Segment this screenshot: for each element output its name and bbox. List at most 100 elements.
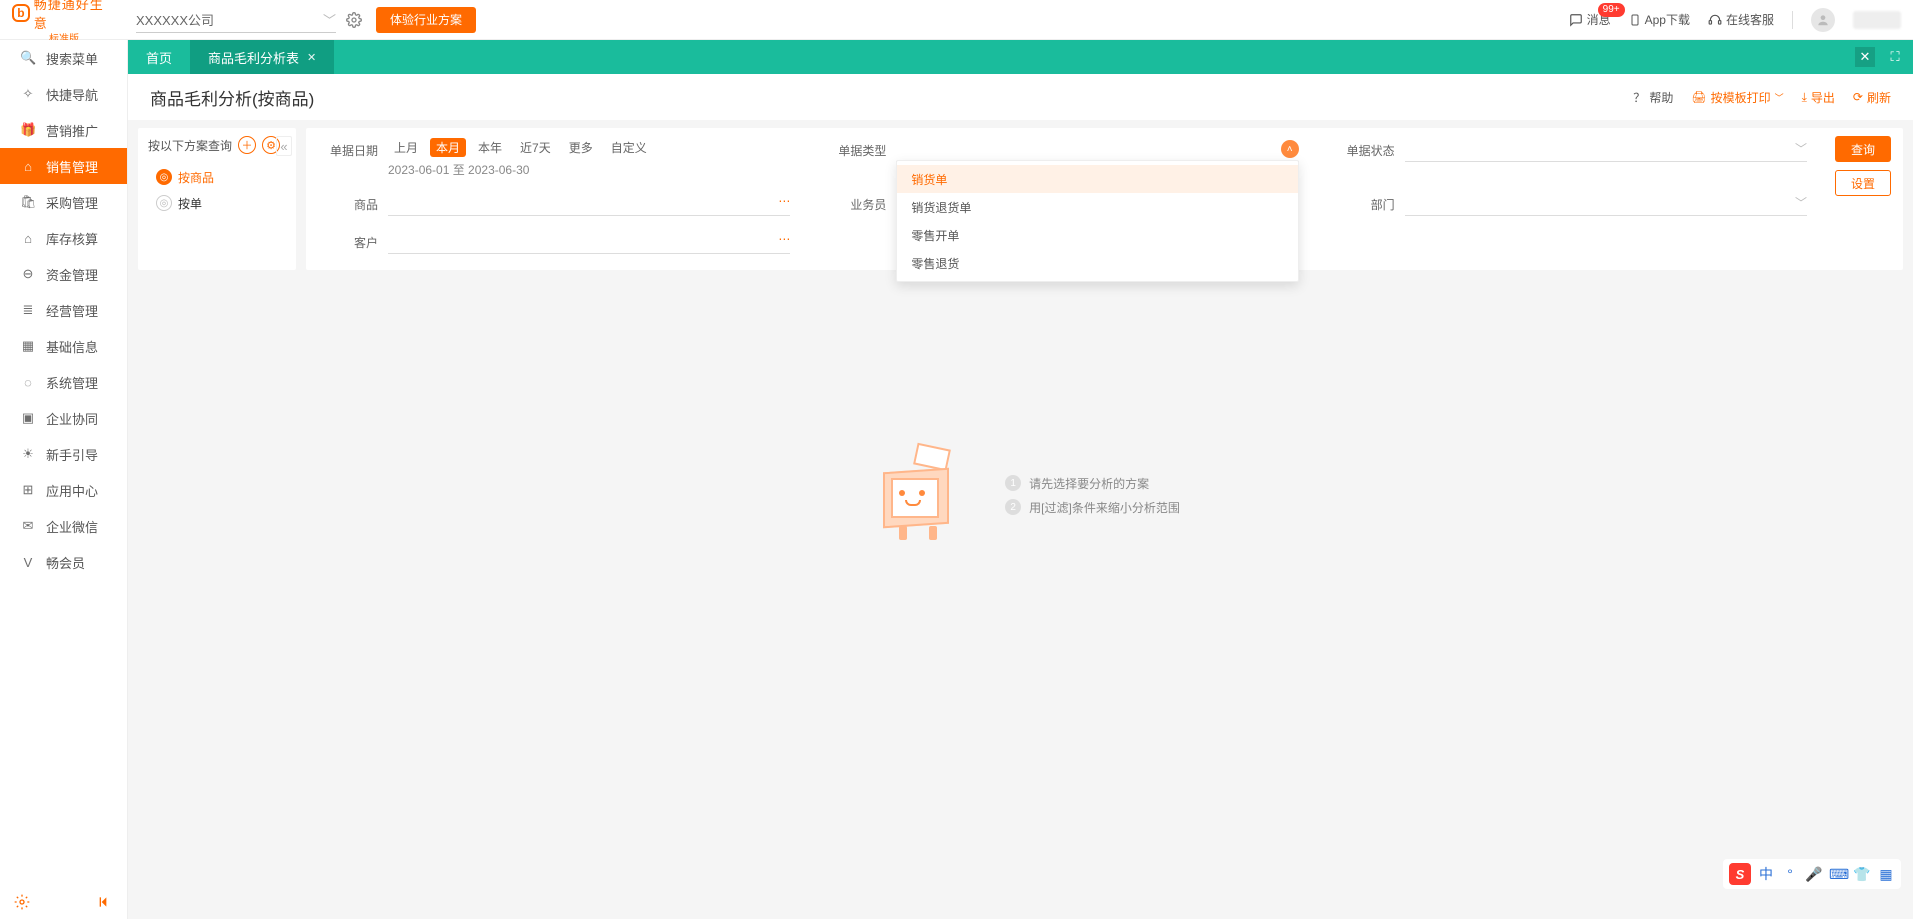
sidebar-item-label: 搜索菜单: [46, 49, 98, 68]
sidebar-item-7[interactable]: ≣经营管理: [0, 292, 127, 328]
sidebar-item-5[interactable]: ⌂库存核算: [0, 220, 127, 256]
sidebar-item-8[interactable]: ▦基础信息: [0, 328, 127, 364]
scheme-item-1[interactable]: ◎按单: [156, 190, 286, 216]
sidebar-item-2[interactable]: 🎁营销推广: [0, 112, 127, 148]
filter-status-input[interactable]: [1405, 138, 1807, 162]
sidebar-settings-gear-icon[interactable]: [14, 894, 30, 910]
date-chip-3[interactable]: 近7天: [514, 138, 557, 157]
chevron-down-icon[interactable]: ﹀: [1795, 140, 1807, 157]
ime-skin-icon[interactable]: 👕: [1853, 866, 1871, 883]
sidebar-item-4[interactable]: 🛍采购管理: [0, 184, 127, 220]
sidebar-item-icon: ▣: [20, 410, 36, 426]
empty-state: 1 请先选择要分析的方案 2 用[过滤]条件来缩小分析范围: [128, 440, 1913, 550]
tab-close-icon[interactable]: ✕: [307, 51, 316, 64]
sidebar-item-3[interactable]: ⌂销售管理: [0, 148, 127, 184]
filter-date: 单据日期 上月本月本年近7天更多自定义 2023-06-01 至 2023-06…: [322, 138, 790, 178]
sidebar-item-icon: ✧: [20, 86, 36, 102]
user-avatar-icon[interactable]: [1811, 8, 1835, 32]
query-button[interactable]: 查询: [1835, 136, 1891, 162]
ime-mic-icon[interactable]: 🎤: [1805, 866, 1823, 883]
sidebar-item-12[interactable]: ⊞应用中心: [0, 472, 127, 508]
export-label: 导出: [1811, 89, 1835, 106]
more-icon[interactable]: ⋯: [778, 232, 790, 246]
try-industry-plan-button[interactable]: 体验行业方案: [376, 7, 476, 33]
chevron-down-icon[interactable]: ﹀: [1795, 194, 1807, 211]
sidebar-item-14[interactable]: V畅会员: [0, 544, 127, 580]
company-select[interactable]: XXXXXX公司 ﹀: [136, 7, 336, 33]
export-button[interactable]: ⤓ 导出: [1802, 89, 1835, 106]
sidebar-item-icon: ☀: [20, 446, 36, 462]
sidebar-item-13[interactable]: ✉ 企业微信: [0, 508, 127, 544]
scheme-collapse-icon[interactable]: «: [276, 136, 292, 156]
filter-customer-input[interactable]: [388, 230, 790, 254]
sidebar-item-9[interactable]: ◌系统管理: [0, 364, 127, 400]
page-actions: ？ 帮助 🖨 按模板打印 ﹀ ⤓ 导出 ⟳ 刷新: [1633, 89, 1891, 106]
main-area: 首页 商品毛利分析表 ✕ ✕ ⛶ 商品毛利分析(按商品) ？ 帮助: [128, 40, 1913, 919]
sidebar-item-1[interactable]: ✧ 快捷导航: [0, 76, 127, 112]
date-chip-4[interactable]: 更多: [563, 138, 599, 157]
sidebar-item-icon: 🔍: [20, 50, 36, 66]
sidebar-item-label: 库存核算: [46, 229, 98, 248]
type-option-2[interactable]: 零售开单: [897, 221, 1297, 249]
phone-icon: [1629, 13, 1641, 27]
filter-product: 商品 ⋯: [322, 192, 790, 216]
scheme-panel-title: 按以下方案查询: [148, 137, 232, 154]
online-service-link[interactable]: 在线客服: [1708, 11, 1774, 28]
scheme-add-button[interactable]: ＋: [238, 136, 256, 154]
sidebar-item-label: 应用中心: [46, 481, 98, 500]
sidebar-item-10[interactable]: ▣ 企业协同: [0, 400, 127, 436]
sidebar-item-0[interactable]: 🔍 搜索菜单: [0, 40, 127, 76]
filter-type-label: 单据类型: [830, 138, 886, 159]
sidebar-item-11[interactable]: ☀新手引导: [0, 436, 127, 472]
date-chip-5[interactable]: 自定义: [605, 138, 653, 157]
ime-toolbox-icon[interactable]: ▦: [1877, 866, 1895, 883]
type-option-3[interactable]: 零售退货: [897, 249, 1297, 277]
ime-punct-icon[interactable]: °: [1781, 866, 1799, 882]
tabs-fullscreen-icon[interactable]: ⛶: [1885, 47, 1905, 67]
messages-link[interactable]: 消息 99+: [1569, 11, 1611, 28]
headset-icon: [1708, 13, 1722, 27]
sidebar-footer: [0, 885, 127, 919]
brand-block: b 畅捷通好生意 标准版: [12, 0, 116, 45]
sidebar-collapse-icon[interactable]: [97, 894, 113, 910]
ime-keyboard-icon[interactable]: ⌨: [1829, 866, 1847, 883]
filter-type-input[interactable]: [896, 138, 1298, 162]
filter-type-dropdown: 销货单销货退货单零售开单零售退货: [896, 160, 1298, 282]
type-option-0[interactable]: 销货单: [897, 165, 1297, 193]
tab-home[interactable]: 首页: [128, 40, 190, 74]
sidebar-item-6[interactable]: ⊖资金管理: [0, 256, 127, 292]
date-chip-0[interactable]: 上月: [388, 138, 424, 157]
filter-product-input[interactable]: [388, 192, 790, 216]
refresh-button[interactable]: ⟳ 刷新: [1853, 89, 1891, 106]
page-title: 商品毛利分析(按商品): [150, 85, 314, 110]
sidebar-item-icon: ✉: [20, 518, 36, 534]
tab-current-label: 商品毛利分析表: [208, 48, 299, 67]
settings-button[interactable]: 设置: [1835, 170, 1891, 196]
date-chip-1[interactable]: 本月: [430, 138, 466, 157]
type-option-1[interactable]: 销货退货单: [897, 193, 1297, 221]
empty-step-2-text: 用[过滤]条件来缩小分析范围: [1029, 499, 1180, 516]
sidebar-item-label: 企业微信: [46, 517, 98, 536]
sidebar-item-label: 企业协同: [46, 409, 98, 428]
filter-dept-input[interactable]: [1405, 192, 1807, 216]
more-icon[interactable]: ⋯: [778, 194, 790, 208]
filter-salesman-label: 业务员: [830, 192, 886, 213]
company-settings-gear-icon[interactable]: [346, 12, 362, 28]
sidebar-item-label: 采购管理: [46, 193, 98, 212]
tabs-close-all-icon[interactable]: ✕: [1855, 47, 1875, 67]
date-chip-row: 上月本月本年近7天更多自定义: [388, 138, 790, 157]
ime-lang-icon[interactable]: 中: [1757, 864, 1775, 884]
filter-type-toggle-icon[interactable]: ˄: [1281, 140, 1299, 158]
app-download-link[interactable]: App下载: [1629, 11, 1690, 28]
help-icon: ？: [1633, 89, 1645, 106]
help-link[interactable]: ？ 帮助: [1633, 89, 1673, 106]
print-template-button[interactable]: 🖨 按模板打印 ﹀: [1691, 89, 1783, 106]
date-chip-2[interactable]: 本年: [472, 138, 508, 157]
help-label: 帮助: [1649, 89, 1673, 106]
ime-logo-icon[interactable]: S: [1729, 863, 1751, 885]
tab-current[interactable]: 商品毛利分析表 ✕: [190, 40, 334, 74]
filter-dept: 部门 ﹀: [1339, 192, 1807, 216]
filter-customer: 客户 ⋯: [322, 230, 790, 254]
scheme-item-0[interactable]: ◎按商品: [156, 164, 286, 190]
sidebar-item-label: 快捷导航: [46, 85, 98, 104]
